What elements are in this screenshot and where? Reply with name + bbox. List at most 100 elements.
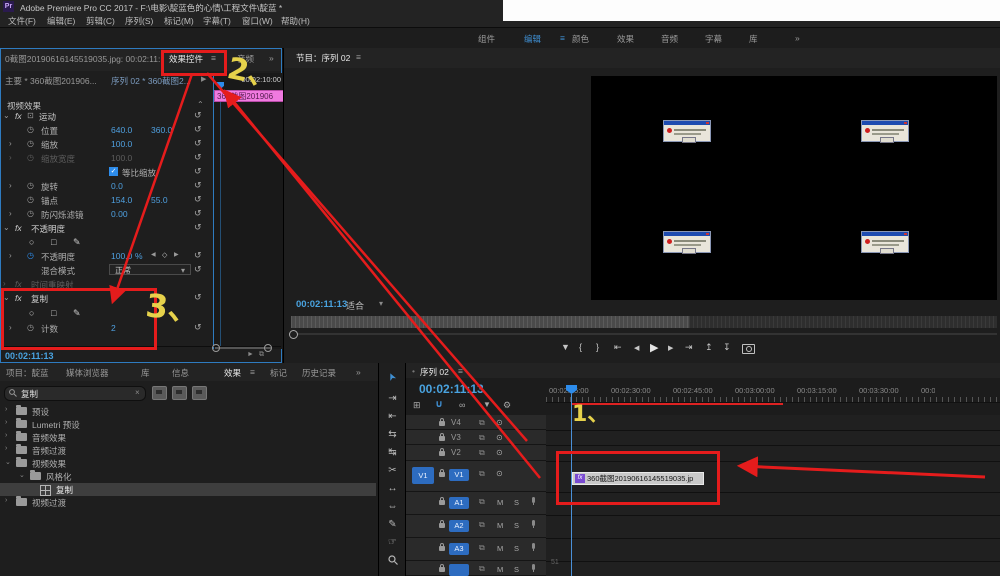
rotation-value[interactable]: 0.0 (111, 181, 123, 191)
track-target-a1[interactable]: A1 (449, 497, 469, 509)
pen-mask-icon[interactable]: ✎ (73, 237, 81, 248)
track-visibility-eye-icon[interactable]: ⊙ (496, 433, 503, 442)
track-target-a3[interactable]: A3 (449, 543, 469, 555)
track-header-v2[interactable]: V2 ⧉ ⊙ (406, 445, 546, 461)
chevron-collapsed-icon[interactable]: › (9, 209, 12, 218)
zoom-handle-right[interactable] (264, 344, 272, 352)
reset-icon[interactable]: ↺ (194, 152, 202, 163)
lift-icon[interactable]: ↥ (705, 342, 713, 353)
solo-button[interactable]: S (514, 521, 519, 530)
tree-item-audio-effects[interactable]: › 音频效果 (0, 431, 376, 444)
chevron-expanded-icon[interactable]: ⌄ (5, 458, 11, 466)
tab-history[interactable]: 历史记录 (302, 367, 336, 379)
uniform-scale-checkbox[interactable]: ✓ (109, 167, 118, 176)
workspace-editing[interactable]: 编辑 (524, 33, 541, 45)
workspace-overflow-chevron[interactable]: » (795, 33, 800, 43)
voiceover-mic-icon[interactable] (532, 564, 535, 570)
nest-toggle-icon[interactable]: ⊞ (413, 400, 421, 411)
menu-markers[interactable]: 标记(M) (164, 15, 194, 27)
32bit-effects-filter-icon[interactable] (172, 386, 187, 400)
linked-selection-icon[interactable]: ∞ (459, 400, 465, 410)
chevron-collapsed-icon[interactable]: › (9, 251, 12, 260)
chevron-expanded-icon[interactable]: ⌄ (19, 471, 25, 479)
track-visibility-eye-icon[interactable]: ⊙ (496, 418, 503, 427)
lock-icon[interactable] (439, 451, 445, 456)
lock-icon[interactable] (439, 421, 445, 426)
lock-icon[interactable] (439, 567, 445, 572)
workspace-assembly[interactable]: 组件 (478, 33, 495, 45)
chevron-collapsed-icon[interactable]: › (5, 419, 7, 426)
tab-info[interactable]: 信息 (172, 367, 189, 379)
chevron-collapsed-icon[interactable]: › (5, 406, 7, 413)
play-indicator-icon[interactable]: ▶ (201, 75, 206, 83)
menu-clip[interactable]: 剪辑(C) (86, 15, 115, 27)
stopwatch-icon[interactable]: ◷ (27, 139, 34, 148)
position-x-value[interactable]: 640.0 (111, 125, 132, 135)
workspace-color[interactable]: 颜色 (572, 33, 589, 45)
blend-mode-dropdown[interactable]: 正常 (109, 264, 191, 275)
clear-search-icon[interactable]: × (135, 388, 140, 397)
menu-window[interactable]: 窗口(W) (242, 15, 273, 27)
workspace-menu-icon[interactable]: ≡ (560, 33, 565, 43)
zoom-level-select[interactable]: 适合 (346, 299, 364, 312)
reset-icon[interactable]: ↺ (194, 110, 202, 121)
go-to-out-icon[interactable]: ⇥ (685, 342, 693, 353)
zoom-handle-left[interactable] (212, 344, 220, 352)
track-header-a1[interactable]: A1 ⧉ M S (406, 492, 546, 515)
lock-icon[interactable] (439, 472, 445, 477)
reset-icon[interactable]: ↺ (194, 264, 202, 275)
stopwatch-active-icon[interactable]: ◷ (27, 251, 34, 260)
effect-opacity-row[interactable]: ⌄ fx 不透明度 ↺ (1, 222, 211, 235)
dropdown-chevron-icon[interactable]: ▾ (181, 266, 185, 275)
reset-icon[interactable]: ↺ (194, 250, 202, 261)
tree-item-video-effects[interactable]: ⌄ 视频效果 (0, 457, 376, 470)
param-antiflicker-row[interactable]: › ◷ 防闪烁滤镜 0.00 ↺ (1, 208, 211, 221)
menu-edit[interactable]: 编辑(E) (47, 15, 75, 27)
rect-mask-icon[interactable]: □ (51, 237, 56, 247)
param-scale-row[interactable]: › ◷ 缩放 100.0 ↺ (1, 138, 211, 151)
ripple-edit-tool[interactable]: ⇤ (379, 411, 406, 422)
antiflicker-value[interactable]: 0.00 (111, 209, 128, 219)
menu-sequence[interactable]: 序列(S) (125, 15, 153, 27)
sync-lock-icon[interactable]: ⧉ (479, 497, 485, 507)
menu-help[interactable]: 帮助(H) (281, 15, 310, 27)
program-playhead-handle[interactable] (289, 330, 298, 339)
program-timecode[interactable]: 00:02:11:13 (296, 299, 347, 310)
tab-markers[interactable]: 标记 (270, 367, 287, 379)
anchor-x-value[interactable]: 154.0 (111, 195, 132, 205)
tree-item-lumetri-presets[interactable]: › Lumetri 预设 (0, 418, 376, 431)
effect-controls-timecode[interactable]: 00:02:11:13 (5, 351, 54, 361)
track-header-a4-partial[interactable]: ⧉ M S (406, 561, 546, 576)
tree-item-audio-transitions[interactable]: › 音频过渡 (0, 444, 376, 457)
menu-file[interactable]: 文件(F) (8, 15, 36, 27)
accelerated-effects-filter-icon[interactable] (152, 386, 167, 400)
prev-keyframe-icon[interactable]: ◀ (151, 251, 156, 258)
export-frame-camera-icon[interactable] (742, 344, 755, 354)
slip-tool[interactable]: ↔ (379, 483, 406, 494)
solo-button[interactable]: S (514, 544, 519, 553)
chevron-expanded-icon[interactable]: ⌄ (3, 223, 10, 232)
solo-button[interactable]: S (514, 498, 519, 507)
reset-icon[interactable]: ↺ (194, 222, 202, 233)
reset-icon[interactable]: ↺ (194, 138, 202, 149)
sequence-clip-label[interactable]: 序列 02 * 360截图2... (111, 75, 191, 87)
reset-icon[interactable]: ↺ (194, 166, 202, 177)
param-position-row[interactable]: ◷ 位置 640.0 360.0 ↺ (1, 124, 211, 137)
chevron-collapsed-icon[interactable]: › (3, 279, 6, 288)
sync-lock-icon[interactable]: ⧉ (479, 433, 485, 443)
panel-menu-icon[interactable]: ≡ (356, 52, 361, 62)
lock-icon[interactable] (439, 546, 445, 551)
mute-button[interactable]: M (497, 544, 503, 553)
ellipse-mask-icon[interactable]: ○ (29, 237, 34, 247)
hand-tool[interactable]: ☞ (379, 537, 406, 548)
razor-tool[interactable]: ✂ (379, 465, 406, 476)
track-header-v1[interactable]: V1 V1 ⧉ ⊙ (406, 461, 546, 492)
tree-item-replicate-selected[interactable]: 复制 (0, 483, 376, 496)
timeline-settings-wrench-icon[interactable]: ⚙ (503, 400, 511, 411)
effect-motion-row[interactable]: ⌄ fx ⊡ 运动 ↺ (1, 110, 211, 123)
track-header-v4[interactable]: V4 ⧉ ⊙ (406, 415, 546, 430)
program-seek-track[interactable] (291, 333, 997, 335)
rate-stretch-tool[interactable]: ↹ (379, 447, 406, 458)
sync-lock-icon[interactable]: ⧉ (479, 448, 485, 458)
chevron-collapsed-icon[interactable]: › (5, 432, 7, 439)
